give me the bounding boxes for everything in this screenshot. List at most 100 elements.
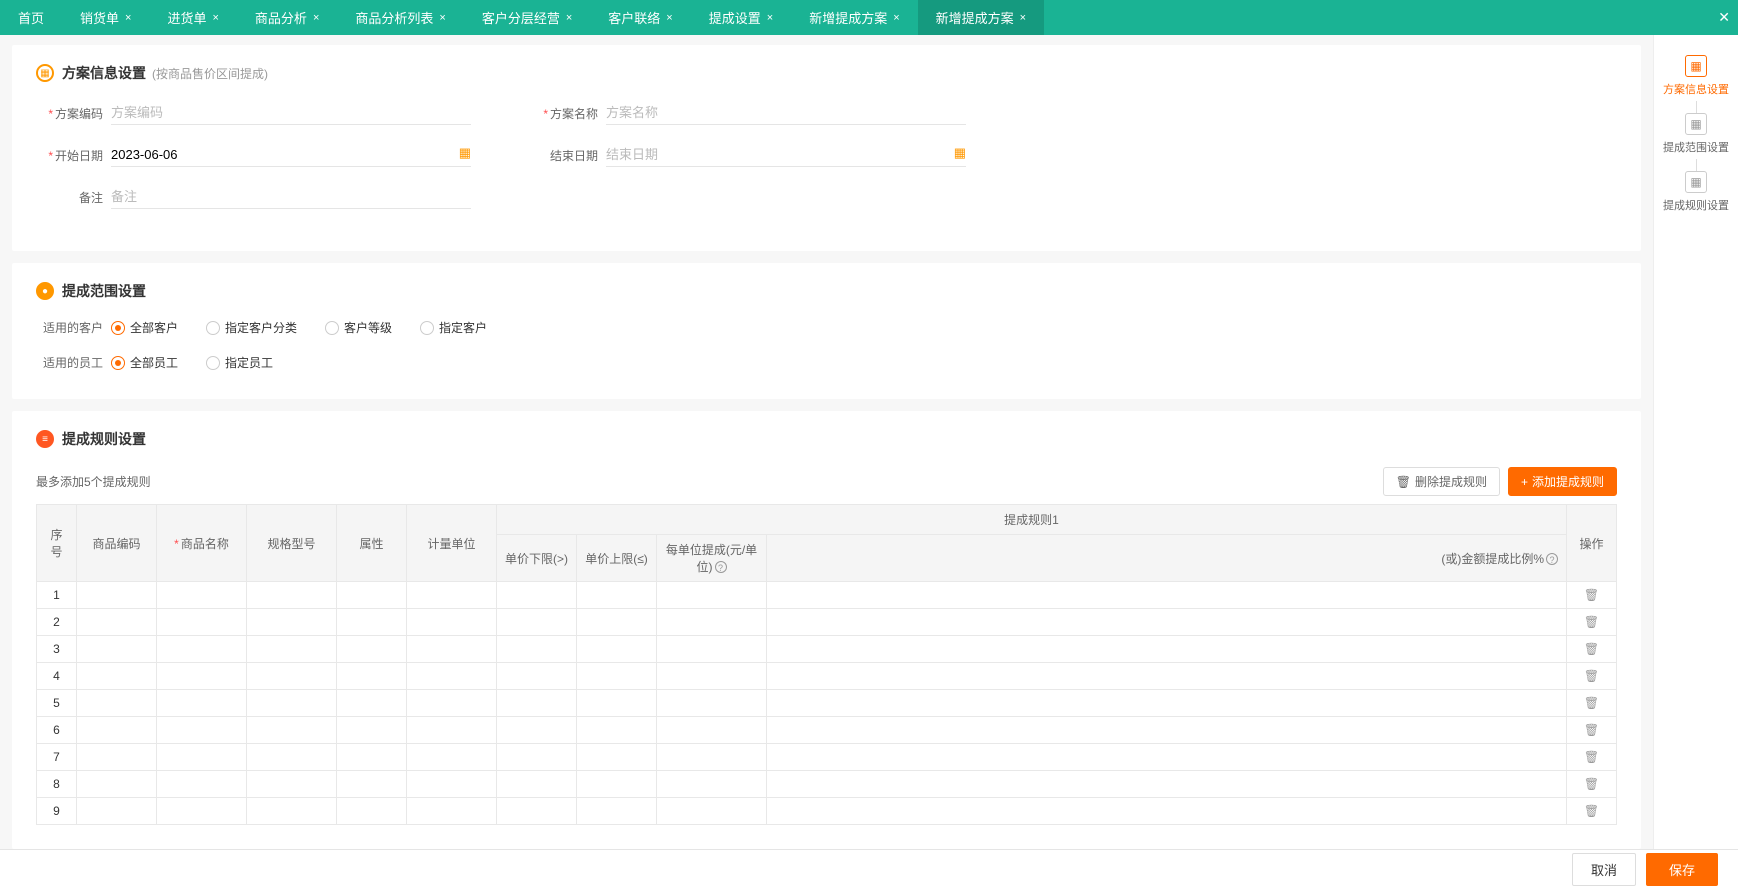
cell-name[interactable] bbox=[157, 798, 247, 825]
tab[interactable]: 新增提成方案× bbox=[918, 0, 1044, 35]
cell-or-ratio[interactable] bbox=[767, 798, 1567, 825]
name-input[interactable] bbox=[606, 101, 966, 125]
cell-attr[interactable] bbox=[337, 744, 407, 771]
cell-per-unit[interactable] bbox=[657, 771, 767, 798]
cell-price-high[interactable] bbox=[577, 744, 657, 771]
cell-or-ratio[interactable] bbox=[767, 771, 1567, 798]
cell-spec[interactable] bbox=[247, 798, 337, 825]
cell-name[interactable] bbox=[157, 582, 247, 609]
trash-icon[interactable]: 🗑 bbox=[1584, 777, 1599, 791]
save-button[interactable]: 保存 bbox=[1646, 853, 1718, 886]
radio-option[interactable]: 全部客户 bbox=[111, 319, 178, 336]
tab-close-icon[interactable]: × bbox=[566, 12, 572, 24]
cell-price-low[interactable] bbox=[497, 663, 577, 690]
cell-spec[interactable] bbox=[247, 636, 337, 663]
tab[interactable]: 首页 bbox=[0, 0, 62, 35]
delete-rule-button[interactable]: 🗑 删除提成规则 bbox=[1383, 467, 1500, 496]
cell-price-high[interactable] bbox=[577, 771, 657, 798]
table-row[interactable]: 1🗑 bbox=[37, 582, 1617, 609]
cell-price-high[interactable] bbox=[577, 798, 657, 825]
cell-attr[interactable] bbox=[337, 717, 407, 744]
end-date-input[interactable] bbox=[606, 143, 966, 167]
tab-close-icon[interactable]: × bbox=[767, 12, 773, 24]
cell-per-unit[interactable] bbox=[657, 609, 767, 636]
trash-icon[interactable]: 🗑 bbox=[1584, 750, 1599, 764]
cell-name[interactable] bbox=[157, 717, 247, 744]
cell-or-ratio[interactable] bbox=[767, 744, 1567, 771]
cell-code[interactable] bbox=[77, 771, 157, 798]
tab-close-icon[interactable]: × bbox=[439, 12, 445, 24]
anchor-item[interactable]: ▦提成规则设置 bbox=[1663, 171, 1729, 213]
radio-option[interactable]: 指定员工 bbox=[206, 354, 273, 371]
table-row[interactable]: 6🗑 bbox=[37, 717, 1617, 744]
cell-code[interactable] bbox=[77, 582, 157, 609]
anchor-item[interactable]: ▦提成范围设置 bbox=[1663, 113, 1729, 155]
table-row[interactable]: 4🗑 bbox=[37, 663, 1617, 690]
cell-name[interactable] bbox=[157, 663, 247, 690]
cell-attr[interactable] bbox=[337, 771, 407, 798]
cell-code[interactable] bbox=[77, 663, 157, 690]
cell-or-ratio[interactable] bbox=[767, 690, 1567, 717]
cell-price-high[interactable] bbox=[577, 582, 657, 609]
trash-icon[interactable]: 🗑 bbox=[1584, 669, 1599, 683]
cell-unit[interactable] bbox=[407, 609, 497, 636]
tab[interactable]: 客户分层经营× bbox=[464, 0, 590, 35]
cell-attr[interactable] bbox=[337, 582, 407, 609]
cell-name[interactable] bbox=[157, 636, 247, 663]
radio-option[interactable]: 全部员工 bbox=[111, 354, 178, 371]
tab[interactable]: 进货单× bbox=[149, 0, 236, 35]
tab[interactable]: 提成设置× bbox=[691, 0, 791, 35]
cell-name[interactable] bbox=[157, 690, 247, 717]
add-rule-button[interactable]: + 添加提成规则 bbox=[1508, 467, 1617, 496]
remark-input[interactable] bbox=[111, 185, 471, 209]
table-row[interactable]: 2🗑 bbox=[37, 609, 1617, 636]
cell-per-unit[interactable] bbox=[657, 582, 767, 609]
cell-code[interactable] bbox=[77, 636, 157, 663]
tab[interactable]: 商品分析× bbox=[237, 0, 337, 35]
cell-code[interactable] bbox=[77, 609, 157, 636]
table-row[interactable]: 7🗑 bbox=[37, 744, 1617, 771]
cell-or-ratio[interactable] bbox=[767, 582, 1567, 609]
cell-unit[interactable] bbox=[407, 582, 497, 609]
cell-spec[interactable] bbox=[247, 690, 337, 717]
cell-price-high[interactable] bbox=[577, 663, 657, 690]
cell-spec[interactable] bbox=[247, 582, 337, 609]
cell-name[interactable] bbox=[157, 771, 247, 798]
cell-or-ratio[interactable] bbox=[767, 609, 1567, 636]
cell-per-unit[interactable] bbox=[657, 636, 767, 663]
cell-spec[interactable] bbox=[247, 609, 337, 636]
cell-unit[interactable] bbox=[407, 744, 497, 771]
tab[interactable]: 客户联络× bbox=[590, 0, 690, 35]
code-input[interactable] bbox=[111, 101, 471, 125]
cell-unit[interactable] bbox=[407, 771, 497, 798]
tab-close-icon[interactable]: × bbox=[212, 12, 218, 24]
cell-price-low[interactable] bbox=[497, 744, 577, 771]
tab-close-icon[interactable]: × bbox=[893, 12, 899, 24]
cell-per-unit[interactable] bbox=[657, 663, 767, 690]
cell-code[interactable] bbox=[77, 744, 157, 771]
cell-spec[interactable] bbox=[247, 717, 337, 744]
cell-price-low[interactable] bbox=[497, 582, 577, 609]
cell-attr[interactable] bbox=[337, 636, 407, 663]
cancel-button[interactable]: 取消 bbox=[1572, 853, 1636, 886]
cell-or-ratio[interactable] bbox=[767, 636, 1567, 663]
cell-unit[interactable] bbox=[407, 717, 497, 744]
cell-price-high[interactable] bbox=[577, 636, 657, 663]
table-row[interactable]: 9🗑 bbox=[37, 798, 1617, 825]
cell-price-high[interactable] bbox=[577, 609, 657, 636]
cell-or-ratio[interactable] bbox=[767, 663, 1567, 690]
radio-option[interactable]: 指定客户 bbox=[420, 319, 487, 336]
cell-code[interactable] bbox=[77, 798, 157, 825]
cell-code[interactable] bbox=[77, 717, 157, 744]
cell-price-high[interactable] bbox=[577, 717, 657, 744]
table-row[interactable]: 3🗑 bbox=[37, 636, 1617, 663]
cell-unit[interactable] bbox=[407, 690, 497, 717]
cell-unit[interactable] bbox=[407, 636, 497, 663]
tab-close-icon[interactable]: × bbox=[666, 12, 672, 24]
info-icon[interactable]: ? bbox=[1546, 553, 1558, 565]
cell-code[interactable] bbox=[77, 690, 157, 717]
trash-icon[interactable]: 🗑 bbox=[1584, 588, 1599, 602]
tab-close-icon[interactable]: × bbox=[125, 12, 131, 24]
cell-price-high[interactable] bbox=[577, 690, 657, 717]
trash-icon[interactable]: 🗑 bbox=[1584, 723, 1599, 737]
